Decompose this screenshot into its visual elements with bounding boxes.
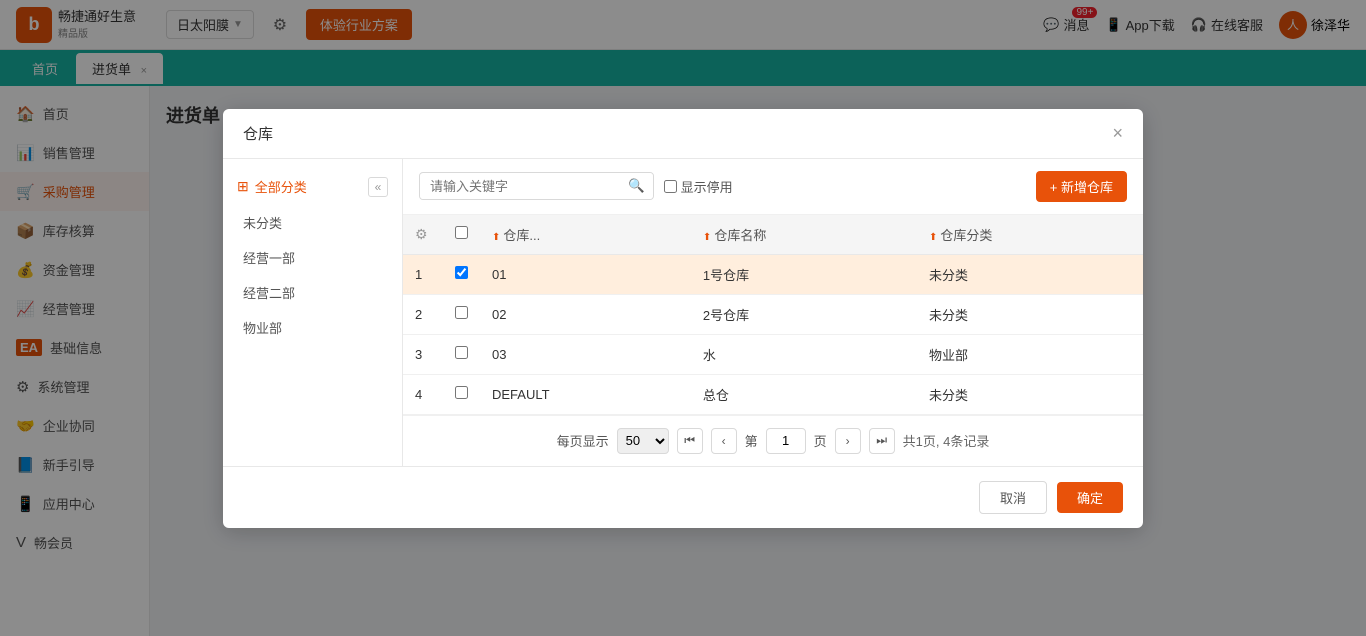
show-disabled-checkbox[interactable] — [664, 180, 677, 193]
show-disabled-label: 显示停用 — [664, 177, 733, 196]
table-row[interactable]: 4 DEFAULT 总仓 未分类 — [403, 374, 1143, 414]
row-num: 1 — [403, 254, 443, 294]
category-item-unclassified[interactable]: 未分类 — [223, 205, 402, 240]
category-grid-icon: ⊞ — [237, 178, 249, 195]
category-panel: ⊞ 全部分类 « 未分类 经营一部 经营二部 物业部 — [223, 159, 403, 466]
table-toolbar: 🔍 显示停用 + 新增仓库 — [403, 159, 1143, 215]
per-page-label: 每页显示 — [557, 431, 609, 450]
page-label: 第 — [745, 431, 758, 450]
row-category: 未分类 — [917, 374, 1143, 414]
sort-icon-name: ⬆ — [703, 232, 711, 243]
sort-icon: ⬆ — [492, 232, 500, 243]
table-row[interactable]: 3 03 水 物业部 — [403, 334, 1143, 374]
row-num: 3 — [403, 334, 443, 374]
modal-close-icon[interactable]: × — [1112, 123, 1123, 144]
page-unit: 页 — [814, 431, 827, 450]
col-name: ⬆仓库名称 — [691, 215, 917, 255]
pagination: 每页显示 50 10 20 100 ⏮ ‹ 第 页 › ⏭ 共1页, 4条记录 — [403, 415, 1143, 466]
warehouse-modal: 仓库 × ⊞ 全部分类 « 未分类 经营一部 经营二部 物业部 — [223, 109, 1143, 528]
page-next-button[interactable]: › — [835, 428, 861, 454]
sort-icon-cat: ⬆ — [929, 232, 937, 243]
row-checkbox[interactable] — [455, 346, 468, 359]
confirm-button[interactable]: 确定 — [1057, 482, 1123, 513]
search-box: 🔍 — [419, 172, 654, 200]
col-code: ⬆仓库... — [480, 215, 691, 255]
category-header[interactable]: ⊞ 全部分类 « — [223, 169, 402, 205]
row-checkbox[interactable] — [455, 386, 468, 399]
add-warehouse-button[interactable]: + 新增仓库 — [1036, 171, 1127, 202]
col-category: ⬆仓库分类 — [917, 215, 1143, 255]
collapse-button[interactable]: « — [368, 177, 388, 197]
col-gear: ⚙ — [403, 215, 443, 255]
row-name: 2号仓库 — [691, 294, 917, 334]
row-code: 02 — [480, 294, 691, 334]
search-button[interactable]: 🔍 — [620, 173, 653, 199]
row-name: 水 — [691, 334, 917, 374]
row-category: 未分类 — [917, 254, 1143, 294]
category-all-label: 全部分类 — [255, 177, 307, 196]
category-item-dept2[interactable]: 经营二部 — [223, 275, 402, 310]
row-num: 4 — [403, 374, 443, 414]
modal-title: 仓库 — [243, 123, 273, 144]
row-name: 1号仓库 — [691, 254, 917, 294]
row-category: 物业部 — [917, 334, 1143, 374]
total-info: 共1页, 4条记录 — [903, 431, 990, 450]
page-first-button[interactable]: ⏮ — [677, 428, 703, 454]
row-code: 03 — [480, 334, 691, 374]
page-last-button[interactable]: ⏭ — [869, 428, 895, 454]
table-panel: 🔍 显示停用 + 新增仓库 ⚙ — [403, 159, 1143, 466]
table-row[interactable]: 2 02 2号仓库 未分类 — [403, 294, 1143, 334]
page-prev-button[interactable]: ‹ — [711, 428, 737, 454]
row-code: 01 — [480, 254, 691, 294]
gear-icon: ⚙ — [415, 226, 428, 242]
modal-header: 仓库 × — [223, 109, 1143, 159]
table-row[interactable]: 1 01 1号仓库 未分类 — [403, 254, 1143, 294]
search-input[interactable] — [420, 174, 620, 199]
warehouse-table: ⚙ ⬆仓库... ⬆仓库名称 ⬆仓库分类 1 01 1号仓库 未分类 2 — [403, 215, 1143, 415]
col-check — [443, 215, 480, 255]
category-item-property[interactable]: 物业部 — [223, 310, 402, 345]
category-item-dept1[interactable]: 经营一部 — [223, 240, 402, 275]
modal-overlay: 仓库 × ⊞ 全部分类 « 未分类 经营一部 经营二部 物业部 — [0, 0, 1366, 636]
page-input[interactable] — [766, 428, 806, 454]
row-code: DEFAULT — [480, 374, 691, 414]
select-all-checkbox[interactable] — [455, 226, 468, 239]
row-name: 总仓 — [691, 374, 917, 414]
row-checkbox[interactable] — [455, 266, 468, 279]
per-page-select[interactable]: 50 10 20 100 — [617, 428, 669, 454]
cancel-button[interactable]: 取消 — [979, 481, 1047, 514]
modal-footer: 取消 确定 — [223, 466, 1143, 528]
row-num: 2 — [403, 294, 443, 334]
row-checkbox[interactable] — [455, 306, 468, 319]
row-category: 未分类 — [917, 294, 1143, 334]
modal-body: ⊞ 全部分类 « 未分类 经营一部 经营二部 物业部 🔍 — [223, 159, 1143, 466]
